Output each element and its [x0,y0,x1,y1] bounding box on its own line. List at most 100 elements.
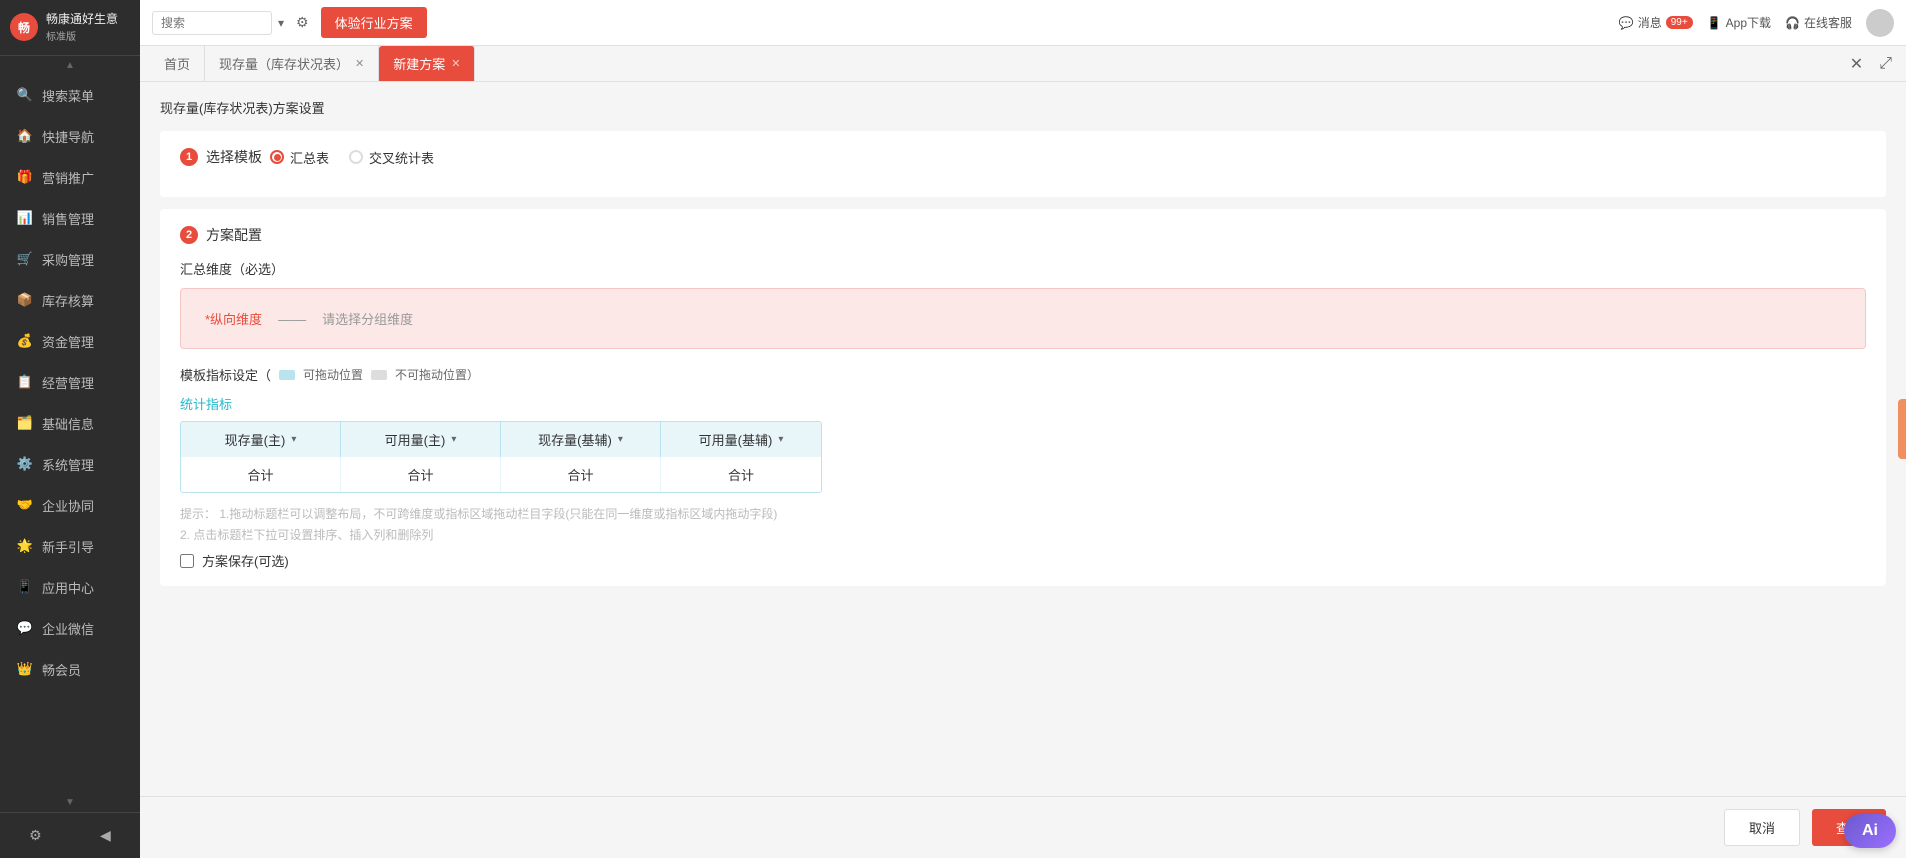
stats-body-val-col3: 合计 [567,465,593,484]
dimension-arrow: —— [278,311,306,327]
ai-fab-label: Ai [1862,822,1878,840]
sidebar-item-search-menu[interactable]: 🔍搜索菜单 [0,75,140,116]
stats-col-label-col4: 可用量(基辅) [699,430,773,449]
expand-tab-btn[interactable]: ⤢ [1875,53,1896,75]
tab-label-new-scheme: 新建方案 [393,54,445,73]
sales-mgmt-icon: 📊 [16,209,34,227]
messages-btn[interactable]: 💬 消息 99+ [1619,14,1693,31]
stats-body-val-col2: 合计 [407,465,433,484]
stats-col-dropdown-col1[interactable]: ▾ [291,434,296,445]
stats-header-col3[interactable]: 现存量(基辅) ▾ [501,422,661,457]
sidebar-item-vip-member[interactable]: 👑 畅会员 [0,649,140,690]
stats-table-header: 现存量(主)▾ 可用量(主) ▾ 现存量(基辅) ▾ 可用量(基辅) ▾ [181,422,821,457]
page-content: 现存量(库存状况表)方案设置 1 选择模板 汇总表 交叉统计表 [140,82,1906,796]
tab-inventory-status[interactable]: 现存量（库存状况表） ✕ [205,46,379,81]
trial-btn[interactable]: 体验行业方案 [321,7,427,38]
customer-service-btn[interactable]: 🎧 在线客服 [1785,14,1852,31]
stats-header-col1[interactable]: 现存量(主)▾ [181,422,341,457]
stats-col-label-col2: 可用量(主) [385,430,446,449]
vip-member-icon: 👑 [16,660,34,678]
radio-cross[interactable]: 交叉统计表 [349,148,434,167]
sidebar-item-base-info[interactable]: 🗂️ 基础信息 [0,403,140,444]
scroll-down-arrow[interactable]: ▼ [0,793,140,812]
footer-bar: 取消 查询 [140,796,1906,858]
enterprise-wechat-icon: 💬 [16,619,34,637]
close-tab-btn[interactable]: ✕ [1846,52,1867,76]
right-edge-handle[interactable] [1898,399,1906,459]
sidebar-item-new-guide[interactable]: 🌟新手引导 [0,526,140,567]
sidebar-label-new-guide: 新手引导 [42,537,94,556]
dimension-required: *纵向维度 [205,309,262,328]
indicator-fixed-badge [371,370,387,380]
tabbar-actions: ✕ ⤢ [1846,52,1896,76]
sidebar-item-enterprise-wechat[interactable]: 💬 企业微信 [0,608,140,649]
sidebar-label-base-info: 基础信息 [42,414,94,433]
tab-close-new-scheme[interactable]: ✕ [451,57,460,70]
sidebar-item-sales-mgmt[interactable]: 📊销售管理 [0,198,140,239]
tip-1: 提示： 1.拖动标题栏可以调整布局，不可跨维度或指标区域拖动栏目字段(只能在同一… [180,505,1866,522]
headphone-icon: 🎧 [1785,16,1800,30]
tab-home[interactable]: 首页 [150,46,205,81]
sidebar-item-finance-mgmt[interactable]: 💰资金管理 [0,321,140,362]
gear-icon[interactable]: ⚙ [292,10,313,35]
radio-cross-circle [349,150,363,164]
indicator-movable-label: 可拖动位置 [303,366,363,383]
app-download-label: App下载 [1726,14,1771,31]
sidebar-item-system-mgmt[interactable]: ⚙️系统管理 [0,444,140,485]
radio-summary-label: 汇总表 [290,148,329,167]
sidebar-label-quick-nav: 快捷导航 [42,127,94,146]
cancel-button[interactable]: 取消 [1724,809,1800,846]
page-title: 现存量(库存状况表)方案设置 [160,98,1886,117]
logo-name: 畅康通好生意 [46,12,118,28]
message-icon: 💬 [1619,16,1634,30]
messages-badge: 99+ [1666,16,1693,29]
tab-new-scheme[interactable]: 新建方案 ✕ [379,46,475,81]
sidebar-item-marketing[interactable]: 🎁营销推广 [0,157,140,198]
sidebar-label-enterprise-wechat: 企业微信 [42,619,94,638]
stats-col-label-col3: 现存量(基辅) [538,430,612,449]
radio-cross-label: 交叉统计表 [369,148,434,167]
dimension-box[interactable]: *纵向维度 —— 请选择分组维度 [180,288,1866,349]
sidebar-item-app-center[interactable]: 📱应用中心 [0,567,140,608]
collapse-btn[interactable]: ◀ [94,821,117,850]
sidebar-item-purchase-mgmt[interactable]: 🛒采购管理 [0,239,140,280]
search-area: ▾ [152,11,284,35]
topbar-right: 💬 消息 99+ 📱 App下载 🎧 在线客服 [1619,9,1894,37]
base-info-icon: 🗂️ [16,414,34,432]
purchase-mgmt-icon: 🛒 [16,250,34,268]
stats-col-dropdown-col3[interactable]: ▾ [618,434,623,445]
sidebar-item-inventory[interactable]: 📦库存核算 [0,280,140,321]
sidebar-item-operations-mgmt[interactable]: 📋经营管理 [0,362,140,403]
sidebar-item-enterprise-collab[interactable]: 🤝企业协同 [0,485,140,526]
settings-btn[interactable]: ⚙ [23,821,48,850]
section2-title: 方案配置 [206,225,262,245]
scroll-up-arrow[interactable]: ▲ [0,56,140,75]
sidebar-label-vip-member: 畅会员 [42,660,81,679]
stats-body-col2: 合计 [341,457,501,492]
save-checkbox[interactable] [180,554,194,568]
sidebar-logo: 畅 畅康通好生意 标准版 [0,0,140,56]
search-menu-icon: 🔍 [16,86,34,104]
search-input[interactable] [152,11,272,35]
sidebar-item-quick-nav[interactable]: 🏠快捷导航 [0,116,140,157]
tab-label-inventory-status: 现存量（库存状况表） [219,54,349,73]
phone-icon: 📱 [1707,16,1722,30]
search-dropdown-btn[interactable]: ▾ [278,16,284,30]
stats-header-col2[interactable]: 可用量(主) ▾ [341,422,501,457]
section-scheme-config: 2 方案配置 汇总维度（必选） *纵向维度 —— 请选择分组维度 模板指标设定（… [160,209,1886,586]
tabbar: 首页现存量（库存状况表） ✕ 新建方案 ✕ ✕ ⤢ [140,46,1906,82]
logo-icon: 畅 [10,13,38,41]
stats-col-dropdown-col4[interactable]: ▾ [778,434,783,445]
stats-body-col1: 合计 [181,457,341,492]
app-download-btn[interactable]: 📱 App下载 [1707,14,1771,31]
sidebar-nav: 🔍搜索菜单🏠快捷导航🎁营销推广📊销售管理🛒采购管理📦库存核算💰资金管理📋经营管理… [0,75,140,793]
ai-fab-button[interactable]: Ai [1844,814,1896,848]
stats-col-dropdown-col2[interactable]: ▾ [451,434,456,445]
radio-summary[interactable]: 汇总表 [270,148,329,167]
app-center-icon: 📱 [16,578,34,596]
enterprise-collab-icon: 🤝 [16,496,34,514]
tab-close-inventory-status[interactable]: ✕ [355,57,364,70]
stats-header-col4[interactable]: 可用量(基辅) ▾ [661,422,821,457]
user-avatar[interactable] [1866,9,1894,37]
indicator-settings-label: 模板指标设定（ 可拖动位置 不可拖动位置） [180,365,1866,384]
